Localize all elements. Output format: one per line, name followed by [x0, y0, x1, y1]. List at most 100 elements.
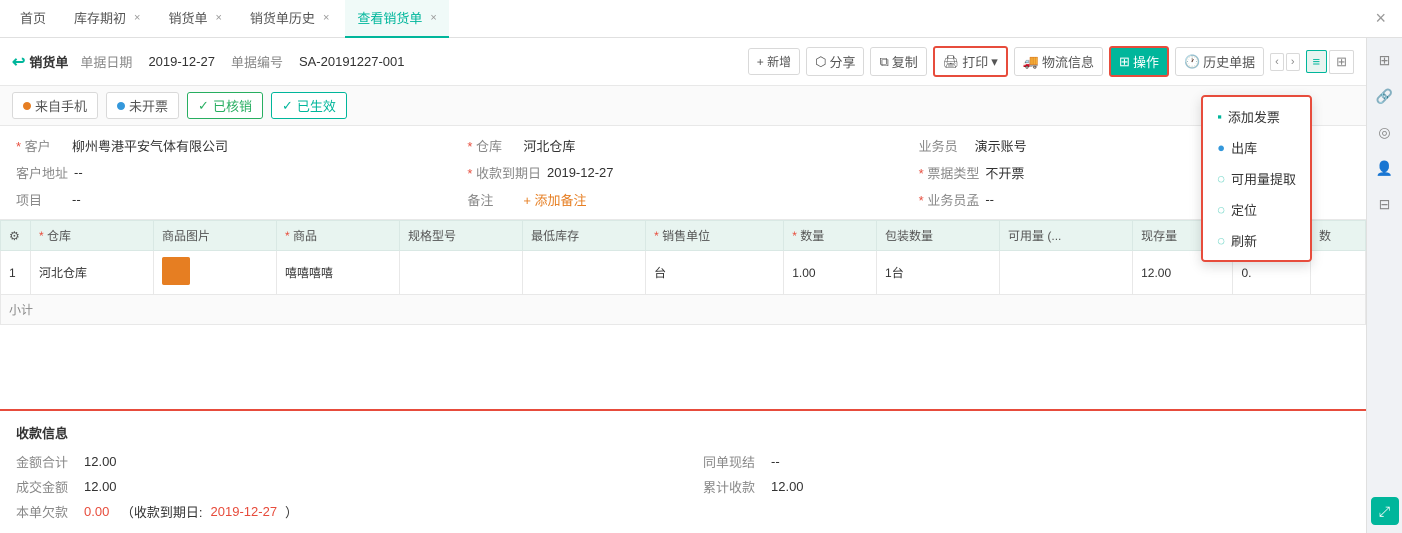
current-owed-row: 本单欠款 0.00 （收款到期日: 2019-12-27 ） — [16, 502, 663, 521]
sidebar-person-icon[interactable]: 👤 — [1371, 154, 1399, 182]
sidebar-grid-icon[interactable]: ⊟ — [1371, 190, 1399, 218]
tab-check-sales-close[interactable]: × — [430, 12, 436, 24]
outbound-icon: ● — [1217, 140, 1225, 155]
dropdown-add-invoice[interactable]: ▪ 添加发票 — [1203, 101, 1310, 132]
tab-check-sales[interactable]: 查看销货单 × — [345, 0, 448, 38]
payment-date-label: 收款到期日 — [467, 163, 541, 182]
tab-sales-order-close[interactable]: × — [215, 12, 221, 24]
payment-info-grid: 金额合计 12.00 同单现结 -- 成交金额 12.00 累计收款 12.00 — [16, 452, 1350, 521]
sidebar-link-icon[interactable]: 🔗 — [1371, 82, 1399, 110]
sidebar-table-icon[interactable]: ⊞ — [1371, 46, 1399, 74]
locate-label: 定位 — [1231, 200, 1257, 219]
row-product: 嘻嘻嘻嘻 — [277, 251, 400, 295]
transaction-label: 成交金额 — [16, 477, 76, 496]
row-amount — [1311, 251, 1366, 295]
print-icon: 🖨 — [943, 54, 960, 70]
share-icon: ⬡ — [815, 54, 826, 70]
accumulated-row: 累计收款 12.00 — [703, 477, 1350, 496]
tab-sales-order[interactable]: 销货单 × — [156, 0, 233, 38]
doc-number-value: SA-20191227-001 — [299, 54, 405, 69]
truck-icon: 🚚 — [1023, 54, 1039, 70]
already-effective-button[interactable]: ✓ 已生效 — [271, 92, 347, 119]
locate-icon: ◌ — [1217, 202, 1225, 217]
row-available — [1000, 251, 1133, 295]
view-toggle: ≡ ⊞ — [1306, 50, 1355, 74]
th-product: 商品 — [277, 221, 400, 251]
list-view-button[interactable]: ≡ — [1306, 50, 1328, 73]
warehouse-value: 河北仓库 — [523, 136, 898, 155]
tab-inventory-init-label: 库存期初 — [74, 8, 126, 27]
logistics-button[interactable]: 🚚 物流信息 — [1014, 47, 1103, 76]
dropdown-locate[interactable]: ◌ 定位 — [1203, 194, 1310, 225]
form-area: 客户 柳州粤港平安气体有限公司 仓库 河北仓库 业务员 演示账号 客户地址 --… — [0, 126, 1366, 220]
tab-home[interactable]: 首页 — [8, 0, 58, 38]
salesperson2-label: 业务员孟 — [919, 190, 980, 209]
sidebar-circle-icon[interactable]: ◎ — [1371, 118, 1399, 146]
ticket-dot — [117, 102, 125, 110]
tab-inventory-init[interactable]: 库存期初 × — [62, 0, 152, 38]
operations-dropdown: ▪ 添加发票 ● 出库 ◌ 可用量提取 ◌ 定位 ◌ 刷新 — [1201, 95, 1312, 262]
row-unit: 台 — [646, 251, 784, 295]
nav-arrows: ‹ › — [1270, 53, 1299, 71]
status-bar: 来自手机 未开票 ✓ 已核销 ✓ 已生效 — [0, 86, 1366, 126]
row-index: 1 — [1, 251, 31, 295]
window-close-button[interactable]: × — [1367, 8, 1394, 29]
doc-title-icon: ↩ — [12, 52, 25, 72]
tab-sales-history-label: 销货单历史 — [250, 8, 315, 27]
row-spec — [400, 251, 523, 295]
row-pack-qty: 1台 — [877, 251, 1000, 295]
plus-icon: + — [523, 193, 531, 208]
history-icon: 🕐 — [1184, 54, 1200, 70]
row-warehouse: 河北仓库 — [31, 251, 154, 295]
warehouse-row: 仓库 河北仓库 — [467, 136, 898, 155]
tab-inventory-init-close[interactable]: × — [134, 12, 140, 24]
tab-check-sales-label: 查看销货单 — [357, 8, 422, 27]
table-header-row: ⚙ 仓库 商品图片 商品 规格型号 最低库存 销售单位 数量 包装数量 可用量 … — [1, 221, 1366, 251]
doc-header: ↩ 销货单 单据日期 2019-12-27 单据编号 SA-20191227-0… — [0, 38, 1366, 86]
history-button[interactable]: 🕐 历史单据 — [1175, 47, 1264, 76]
prev-button[interactable]: ‹ — [1270, 53, 1284, 71]
tab-bar: 首页 库存期初 × 销货单 × 销货单历史 × 查看销货单 × × — [0, 0, 1402, 38]
grid-view-button[interactable]: ⊞ — [1329, 50, 1354, 74]
dropdown-outbound[interactable]: ● 出库 — [1203, 132, 1310, 163]
th-available: 可用量 (... — [1000, 221, 1133, 251]
copy-button[interactable]: ⧉ 复制 — [870, 47, 926, 76]
next-button[interactable]: › — [1286, 53, 1300, 71]
current-owed-label: 本单欠款 — [16, 502, 76, 521]
project-label: 项目 — [16, 190, 66, 209]
from-phone-button[interactable]: 来自手机 — [12, 92, 98, 119]
dropdown-refresh[interactable]: ◌ 刷新 — [1203, 225, 1310, 256]
row-image — [154, 251, 277, 295]
sidebar-fullscreen-icon[interactable]: ⤢ — [1371, 497, 1399, 525]
dropdown-available-qty[interactable]: ◌ 可用量提取 — [1203, 163, 1310, 194]
th-warehouse: 仓库 — [31, 221, 154, 251]
already-checked-button[interactable]: ✓ 已核销 — [187, 92, 263, 119]
doc-number-label: 单据编号 — [231, 52, 283, 71]
share-button[interactable]: ⬡ 分享 — [806, 47, 864, 76]
new-button[interactable]: + 新增 — [748, 48, 800, 75]
operations-button[interactable]: ⊞ 操作 — [1109, 46, 1169, 77]
notes-add-button[interactable]: + 添加备注 — [523, 190, 898, 209]
payment-info-title: 收款信息 — [16, 423, 1350, 442]
customer-addr-row: 客户地址 -- — [16, 163, 447, 182]
add-invoice-label: 添加发票 — [1228, 107, 1280, 126]
customer-row: 客户 柳州粤港平安气体有限公司 — [16, 136, 447, 155]
th-settings[interactable]: ⚙ — [1, 221, 31, 251]
warehouse-label: 仓库 — [467, 136, 517, 155]
copy-icon: ⧉ — [879, 54, 888, 70]
tab-sales-history-close[interactable]: × — [323, 12, 329, 24]
tab-sales-history[interactable]: 销货单历史 × — [238, 0, 341, 38]
row-qty: 1.00 — [784, 251, 877, 295]
phone-dot — [23, 102, 31, 110]
document-title: ↩ 销货单 — [12, 52, 68, 72]
doc-date-value: 2019-12-27 — [148, 54, 215, 69]
refresh-label: 刷新 — [1231, 231, 1257, 250]
print-dropdown-icon: ▾ — [991, 54, 998, 70]
customer-label: 客户 — [16, 136, 66, 155]
payment-note-end: ） — [285, 502, 298, 521]
same-order-value: -- — [771, 454, 780, 469]
customer-addr-value: -- — [74, 165, 447, 180]
print-button[interactable]: 🖨 打印 ▾ — [933, 46, 1008, 77]
not-open-ticket-button[interactable]: 未开票 — [106, 92, 179, 119]
th-min-stock: 最低库存 — [523, 221, 646, 251]
